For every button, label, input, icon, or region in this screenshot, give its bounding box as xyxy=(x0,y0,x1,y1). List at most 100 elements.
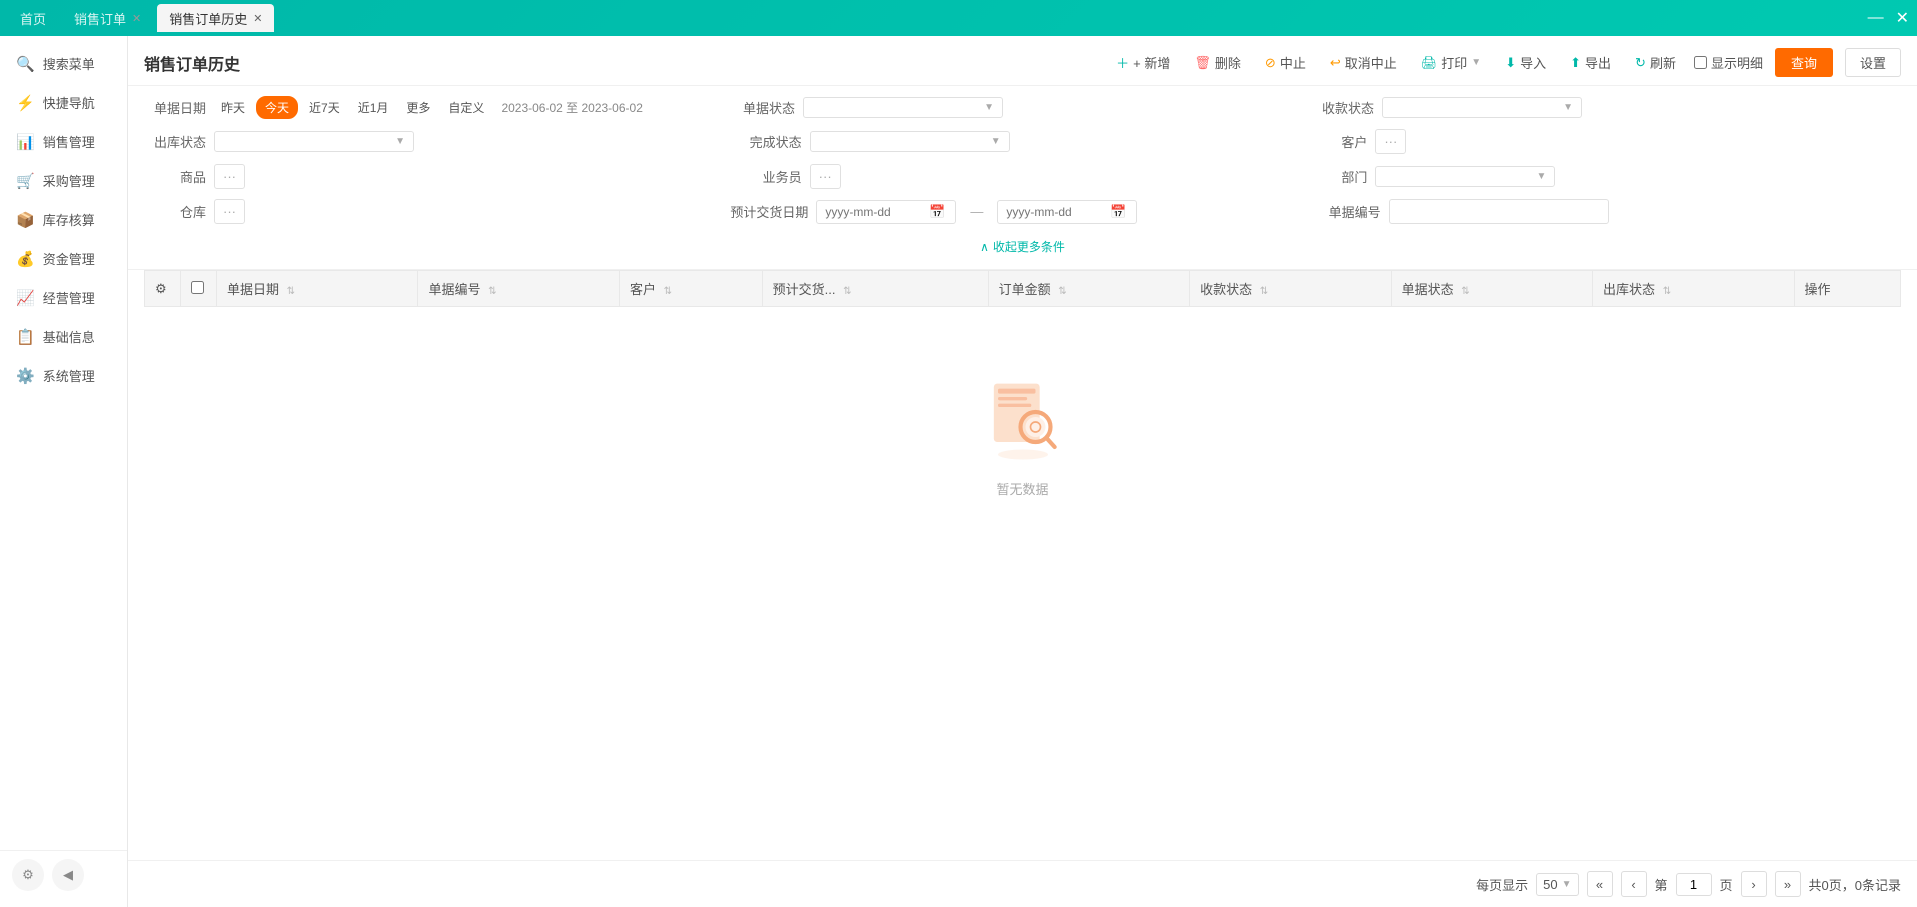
delete-icon: 🗑 xyxy=(1194,55,1211,71)
out-status-chevron: ▼ xyxy=(395,136,405,147)
goods-label: 商品 xyxy=(144,167,214,186)
customer-dots-btn[interactable]: ··· xyxy=(1375,129,1406,154)
sidebar-item-quick-nav[interactable]: ⚡ 快捷导航 xyxy=(0,83,127,122)
add-button[interactable]: ＋ + 新增 xyxy=(1110,49,1176,76)
payment-status-control: ▼ xyxy=(1382,97,1901,118)
filter-row-3: 商品 ··· 业务员 ··· 部门 ▼ xyxy=(144,164,1901,189)
complete-status-select[interactable]: ▼ xyxy=(810,131,1010,152)
bill-status-select[interactable]: ▼ xyxy=(803,97,1003,118)
refresh-button[interactable]: ↻ 刷新 xyxy=(1629,49,1682,76)
bill-no-label: 单据编号 xyxy=(1329,202,1389,221)
date-today-btn[interactable]: 今天 xyxy=(256,96,298,119)
col-settings[interactable]: ⚙ xyxy=(145,271,181,307)
tab-sales-order-history-close[interactable]: ✕ xyxy=(253,12,262,25)
first-page-btn[interactable]: « xyxy=(1587,871,1613,897)
sidebar-collapse-btn[interactable]: ◀ xyxy=(52,859,84,891)
pause-button[interactable]: ⊘ 中止 xyxy=(1259,49,1312,76)
empty-state: 暂无数据 xyxy=(145,307,1901,558)
tab-sales-order[interactable]: 销售订单 ✕ xyxy=(62,4,153,32)
tab-home[interactable]: 首页 xyxy=(8,4,58,32)
col-bill-status-sort-icon: ⇅ xyxy=(1461,286,1469,297)
export-button[interactable]: ⬆ 导出 xyxy=(1564,49,1617,76)
current-page-prefix: 第 xyxy=(1655,875,1668,894)
delivery-date-from-input[interactable] xyxy=(825,205,925,219)
query-button[interactable]: 查询 xyxy=(1775,48,1833,77)
show-detail-checkbox[interactable]: 显示明细 xyxy=(1694,53,1763,72)
sidebar-item-inventory-calc[interactable]: 📦 库存核算 xyxy=(0,200,127,239)
next-page-btn[interactable]: › xyxy=(1741,871,1767,897)
minimize-icon[interactable]: — xyxy=(1868,9,1884,27)
sidebar-item-system-mgmt[interactable]: ⚙️ 系统管理 xyxy=(0,356,127,395)
col-order-amount-label: 订单金额 xyxy=(999,282,1051,297)
sidebar-item-sales-mgmt-label: 销售管理 xyxy=(43,132,95,151)
col-bill-status[interactable]: 单据状态 ⇅ xyxy=(1391,271,1592,307)
quick-nav-icon: ⚡ xyxy=(16,94,35,112)
last-page-btn[interactable]: » xyxy=(1775,871,1801,897)
sidebar-item-search-menu[interactable]: 🔍 搜索菜单 xyxy=(0,44,127,83)
date-more-btn[interactable]: 更多 xyxy=(399,96,437,119)
select-all-checkbox[interactable] xyxy=(191,281,204,294)
prev-page-btn[interactable]: ‹ xyxy=(1621,871,1647,897)
warehouse-dots-btn[interactable]: ··· xyxy=(214,199,245,224)
complete-status-label: 完成状态 xyxy=(740,132,810,151)
col-checkbox[interactable] xyxy=(181,271,217,307)
refresh-label: 刷新 xyxy=(1650,53,1676,72)
filter-row-1: 单据日期 昨天 今天 近7天 近1月 更多 自定义 2023-06-02 至 2… xyxy=(144,96,1901,119)
col-customer[interactable]: 客户 ⇅ xyxy=(619,271,762,307)
sidebar-item-operation-mgmt[interactable]: 📈 经营管理 xyxy=(0,278,127,317)
goods-dots-btn[interactable]: ··· xyxy=(214,164,245,189)
close-icon[interactable]: ✕ xyxy=(1896,8,1909,28)
collapse-btn[interactable]: ∧ 收起更多条件 xyxy=(144,234,1901,259)
cancel-pause-button[interactable]: ↩ 取消中止 xyxy=(1324,49,1403,76)
show-detail-input[interactable] xyxy=(1694,56,1707,69)
current-page-input[interactable] xyxy=(1676,873,1712,896)
empty-state-icon xyxy=(973,367,1073,467)
sidebar-item-fund-mgmt[interactable]: 💰 资金管理 xyxy=(0,239,127,278)
filter-row-4: 仓库 ··· 预计交货日期 📅 — 📅 单据编号 xyxy=(144,199,1901,224)
tab-sales-order-close[interactable]: ✕ xyxy=(132,12,141,25)
setting-button[interactable]: 设置 xyxy=(1845,48,1901,77)
sidebar-item-basic-info[interactable]: 📋 基础信息 xyxy=(0,317,127,356)
tab-sales-order-history[interactable]: 销售订单历史 ✕ xyxy=(157,4,274,32)
date-7days-btn[interactable]: 近7天 xyxy=(302,96,347,119)
salesperson-dots-btn[interactable]: ··· xyxy=(810,164,841,189)
delivery-date-to-input[interactable] xyxy=(1006,205,1106,219)
collapse-up-icon: ∧ xyxy=(980,240,989,254)
show-detail-label: 显示明细 xyxy=(1711,53,1763,72)
table-area: ⚙ 单据日期 ⇅ 单据编号 ⇅ 客户 xyxy=(128,270,1917,860)
department-select[interactable]: ▼ xyxy=(1375,166,1555,187)
export-label: 导出 xyxy=(1585,53,1611,72)
bill-no-input[interactable] xyxy=(1389,199,1609,224)
date-custom-btn[interactable]: 自定义 xyxy=(441,96,491,119)
sidebar-item-sales-mgmt[interactable]: 📊 销售管理 xyxy=(0,122,127,161)
date-1month-btn[interactable]: 近1月 xyxy=(351,96,396,119)
out-status-control: ▼ xyxy=(214,131,740,152)
col-out-status[interactable]: 出库状态 ⇅ xyxy=(1593,271,1794,307)
page-header: 销售订单历史 ＋ + 新增 🗑 删除 ⊘ 中止 ↩ 取消中止 xyxy=(128,36,1917,86)
import-icon: ⬇ xyxy=(1505,55,1516,71)
export-icon: ⬆ xyxy=(1570,55,1581,71)
complete-status-chevron: ▼ xyxy=(991,136,1001,147)
date-control: 昨天 今天 近7天 近1月 更多 自定义 2023-06-02 至 2023-0… xyxy=(214,96,733,119)
filter-area: 单据日期 昨天 今天 近7天 近1月 更多 自定义 2023-06-02 至 2… xyxy=(128,86,1917,270)
print-button[interactable]: 🖨 打印 ▼ xyxy=(1415,49,1487,76)
col-order-amount[interactable]: 订单金额 ⇅ xyxy=(988,271,1189,307)
col-payment-status[interactable]: 收款状态 ⇅ xyxy=(1190,271,1391,307)
sidebar-settings-btn[interactable]: ⚙ xyxy=(12,859,44,891)
sidebar-item-purchase-mgmt[interactable]: 🛒 采购管理 xyxy=(0,161,127,200)
col-delivery-date[interactable]: 预计交货... ⇅ xyxy=(762,271,988,307)
salesperson-control: ··· xyxy=(810,164,1336,189)
page-size-select[interactable]: 50 ▼ xyxy=(1536,873,1578,896)
col-bill-no[interactable]: 单据编号 ⇅ xyxy=(418,271,619,307)
inventory-calc-icon: 📦 xyxy=(16,211,35,229)
calendar-to-icon: 📅 xyxy=(1110,204,1126,220)
delete-button[interactable]: 🗑 删除 xyxy=(1188,49,1247,76)
col-date[interactable]: 单据日期 ⇅ xyxy=(217,271,418,307)
payment-status-select[interactable]: ▼ xyxy=(1382,97,1582,118)
tab-sales-order-label: 销售订单 xyxy=(74,9,126,28)
out-status-select[interactable]: ▼ xyxy=(214,131,414,152)
import-button[interactable]: ⬇ 导入 xyxy=(1499,49,1552,76)
date-yesterday-btn[interactable]: 昨天 xyxy=(214,96,252,119)
salesperson-label: 业务员 xyxy=(740,167,810,186)
delivery-date-to-wrap: 📅 xyxy=(997,200,1137,224)
